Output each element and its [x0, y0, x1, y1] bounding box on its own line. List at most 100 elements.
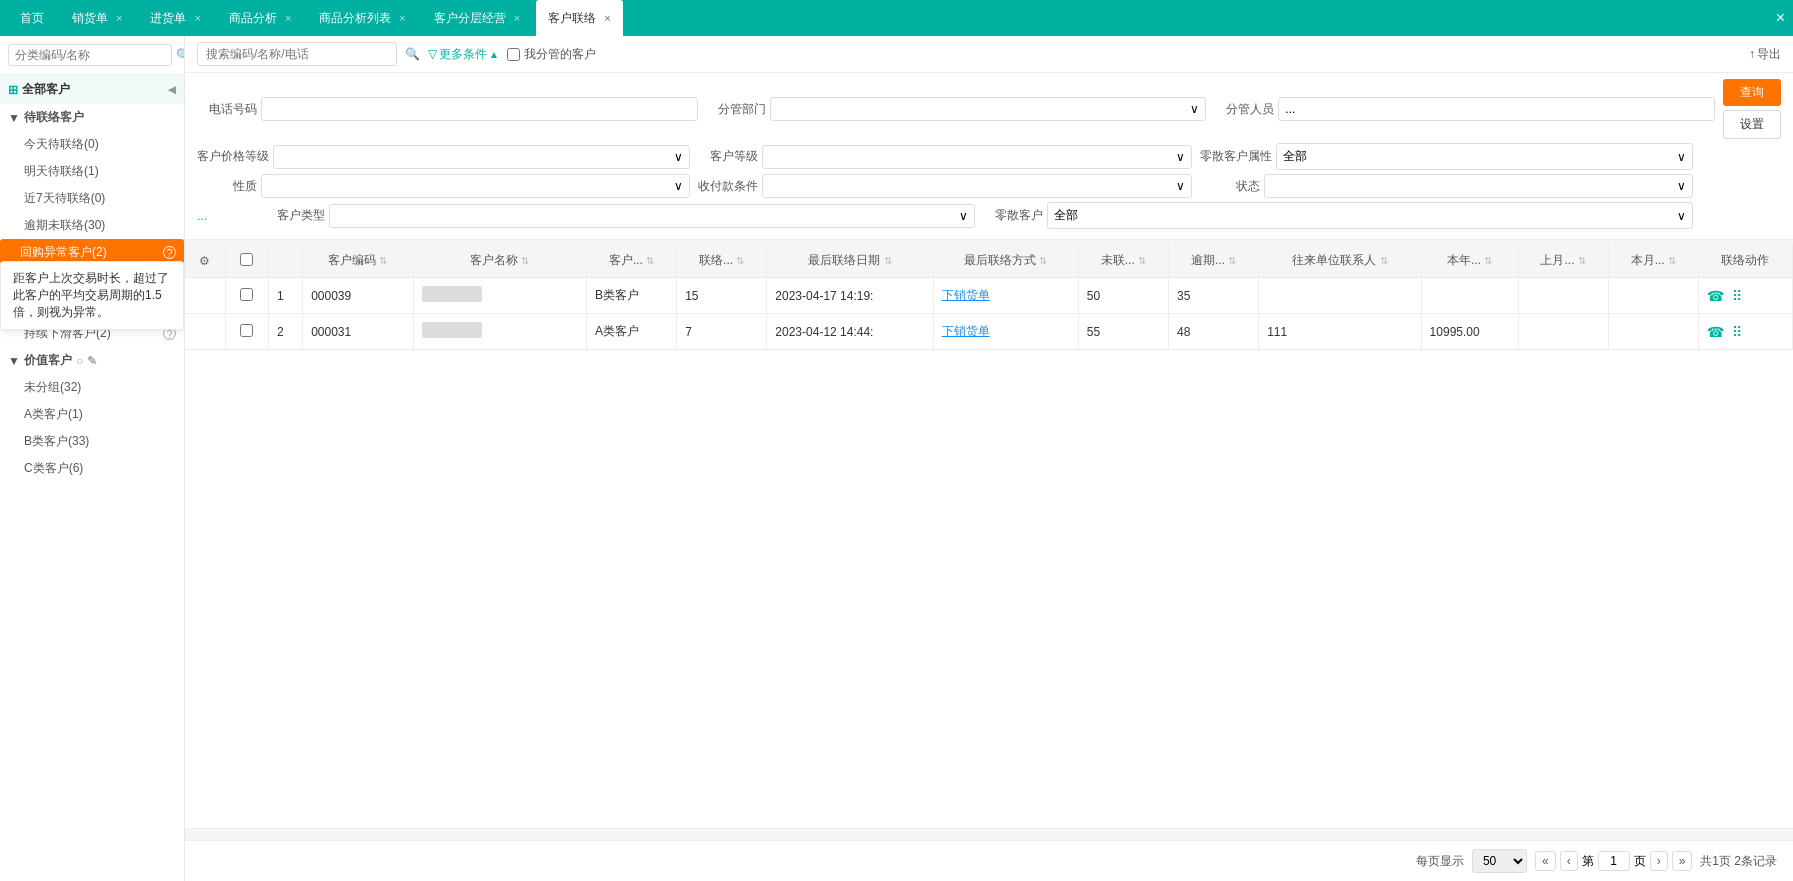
more-filter-btn[interactable]: ... — [197, 209, 207, 223]
table-header-row: ⚙ 客户编码 ⇅ 客户名称 ⇅ — [185, 244, 1793, 278]
last-contact-method-link[interactable]: 下销货单 — [942, 288, 990, 302]
tab-customer-contact[interactable]: 客户联络 × — [536, 0, 622, 36]
tab-sales[interactable]: 销货单 × — [60, 0, 134, 36]
row-checkbox[interactable] — [240, 288, 253, 301]
close-customer-contact-tab[interactable]: × — [604, 12, 610, 24]
table-contact-col[interactable]: 联络... ⇅ — [677, 244, 767, 278]
filter-row-2: 客户价格等级 ∨ 客户等级 ∨ 零散客户属性 全部 — [197, 143, 1781, 170]
row-checkbox[interactable] — [240, 324, 253, 337]
sidebar-item-unclassified[interactable]: 未分组(32) — [0, 374, 184, 401]
sidebar-item-classB[interactable]: B类客户(33) — [0, 428, 184, 455]
search-icon[interactable]: 🔍 — [405, 47, 420, 61]
select-all-checkbox[interactable] — [240, 253, 253, 266]
contact-icon[interactable]: ☎ — [1707, 288, 1724, 304]
table-row: 2 000031 A类客户 7 2023-04-12 14:44: 下销货单 5… — [185, 314, 1793, 350]
sidebar-item-overdue-contact[interactable]: 逾期未联络(30) — [0, 212, 184, 239]
settings-button[interactable]: 设置 — [1723, 110, 1781, 139]
value-customers-edit-icon[interactable]: ✎ — [87, 354, 97, 368]
sort-overdue-icon: ⇅ — [1228, 255, 1236, 266]
row-last-month-cell — [1518, 314, 1608, 350]
table-overdue-col[interactable]: 逾期... ⇅ — [1169, 244, 1259, 278]
tab-product-analysis-list[interactable]: 商品分析列表 × — [307, 0, 417, 36]
row-customer-code-cell: 000031 — [303, 314, 413, 350]
sidebar-item-tomorrow-contact[interactable]: 明天待联络(1) — [0, 158, 184, 185]
more-action-icon[interactable]: ⠿ — [1732, 324, 1742, 340]
payment-select[interactable]: ∨ — [762, 174, 1191, 198]
first-page-btn[interactable]: « — [1535, 851, 1556, 871]
filter-bar: 🔍 ▽ 更多条件 ▲ 我分管的客户 ↑ 导出 — [185, 36, 1793, 73]
tab-customer-segment[interactable]: 客户分层经营 × — [422, 0, 532, 36]
sidebar-item-today-contact[interactable]: 今天待联络(0) — [0, 131, 184, 158]
sidebar-item-7day-contact[interactable]: 近7天待联络(0) — [0, 185, 184, 212]
customer-level-filter: 客户等级 ∨ — [698, 145, 1191, 169]
per-page-select[interactable]: 20 50 100 200 — [1472, 849, 1527, 873]
export-button[interactable]: ↑ 导出 — [1749, 46, 1781, 63]
table-unit-contact-col[interactable]: 往来单位联系人 ⇅ — [1259, 244, 1421, 278]
more-conditions-btn[interactable]: ▽ 更多条件 ▲ — [428, 46, 499, 63]
table-unpaid-col[interactable]: 未联... ⇅ — [1078, 244, 1168, 278]
row-index-cell: 1 — [268, 278, 302, 314]
retail-customer-select[interactable]: 全部 ∨ — [1047, 202, 1693, 229]
table-last-contact-date-col[interactable]: 最后联络日期 ⇅ — [767, 244, 933, 278]
last-page-btn[interactable]: » — [1672, 851, 1693, 871]
sidebar-item-classA[interactable]: A类客户(1) — [0, 401, 184, 428]
horizontal-scrollbar[interactable] — [185, 828, 1793, 840]
table-settings-col[interactable]: ⚙ — [185, 244, 225, 278]
search-input[interactable] — [197, 42, 397, 66]
tab-home[interactable]: 首页 — [8, 0, 56, 36]
customer-type-select[interactable]: ∨ — [329, 204, 975, 228]
my-customers-checkbox-label[interactable]: 我分管的客户 — [507, 46, 596, 63]
table-customer-name-col[interactable]: 客户名称 ⇅ — [413, 244, 587, 278]
row-contact-cell: 7 — [677, 314, 767, 350]
status-filter: 状态 ∨ — [1200, 174, 1693, 198]
value-customers-circle-icon[interactable]: ○ — [76, 354, 83, 368]
close-all-button[interactable]: × — [1776, 9, 1785, 27]
query-button[interactable]: 查询 — [1723, 79, 1781, 106]
sidebar-search-input[interactable] — [8, 44, 172, 66]
sort-last-month-icon: ⇅ — [1578, 255, 1586, 266]
more-action-icon[interactable]: ⠿ — [1732, 288, 1742, 304]
customer-level-chevron-icon: ∨ — [1176, 150, 1185, 164]
table-last-month-col[interactable]: 上月... ⇅ — [1518, 244, 1608, 278]
sidebar-search-icon[interactable]: 🔍 — [176, 48, 185, 62]
close-product-analysis-list-tab[interactable]: × — [399, 12, 405, 24]
sidebar-item-classC[interactable]: C类客户(6) — [0, 455, 184, 482]
customer-level-select[interactable]: ∨ — [762, 145, 1191, 169]
table-customer-type-col[interactable]: 客户... ⇅ — [587, 244, 677, 278]
last-contact-method-link[interactable]: 下销货单 — [942, 324, 990, 338]
table-customer-code-col[interactable]: 客户编码 ⇅ — [303, 244, 413, 278]
status-chevron-icon: ∨ — [1677, 179, 1686, 193]
phone-input[interactable] — [261, 97, 698, 121]
row-this-year-cell: 10995.00 — [1421, 314, 1518, 350]
table-this-month-col[interactable]: 本月... ⇅ — [1608, 244, 1698, 278]
row-contact-cell: 15 — [677, 278, 767, 314]
table-this-year-col[interactable]: 本年... ⇅ — [1421, 244, 1518, 278]
close-purchase-tab[interactable]: × — [194, 12, 200, 24]
tab-purchase[interactable]: 进货单 × — [138, 0, 212, 36]
price-level-select[interactable]: ∨ — [273, 145, 690, 169]
close-product-analysis-tab[interactable]: × — [285, 12, 291, 24]
retail-attr-select[interactable]: 全部 ∨ — [1276, 143, 1693, 170]
gender-select[interactable]: ∨ — [261, 174, 690, 198]
page-input[interactable] — [1598, 851, 1630, 871]
tab-product-analysis[interactable]: 商品分析 × — [217, 0, 303, 36]
sort-unpaid-icon: ⇅ — [1138, 255, 1146, 266]
phone-text-input[interactable] — [268, 102, 691, 116]
close-sales-tab[interactable]: × — [116, 12, 122, 24]
collapse-sidebar-btn[interactable]: ◀ — [168, 84, 176, 95]
my-customers-checkbox[interactable] — [507, 48, 520, 61]
all-customers-header[interactable]: ⊞ 全部客户 ◀ — [0, 75, 184, 104]
prev-page-btn[interactable]: ‹ — [1560, 851, 1578, 871]
contact-icon[interactable]: ☎ — [1707, 324, 1724, 340]
row-index-cell: 2 — [268, 314, 302, 350]
phone-filter: 电话号码 — [197, 97, 698, 121]
dept-select[interactable]: ∨ — [770, 97, 1207, 121]
table-last-contact-method-col[interactable]: 最后联络方式 ⇅ — [933, 244, 1078, 278]
manager-select[interactable]: ... — [1278, 97, 1715, 121]
status-select[interactable]: ∨ — [1264, 174, 1693, 198]
row-customer-name-cell — [413, 278, 587, 314]
close-customer-segment-tab[interactable]: × — [514, 12, 520, 24]
pending-contact-group[interactable]: ▼ 待联络客户 — [0, 104, 184, 131]
value-customers-group: ▼ 价值客户 ○ ✎ — [0, 347, 184, 374]
next-page-btn[interactable]: › — [1650, 851, 1668, 871]
